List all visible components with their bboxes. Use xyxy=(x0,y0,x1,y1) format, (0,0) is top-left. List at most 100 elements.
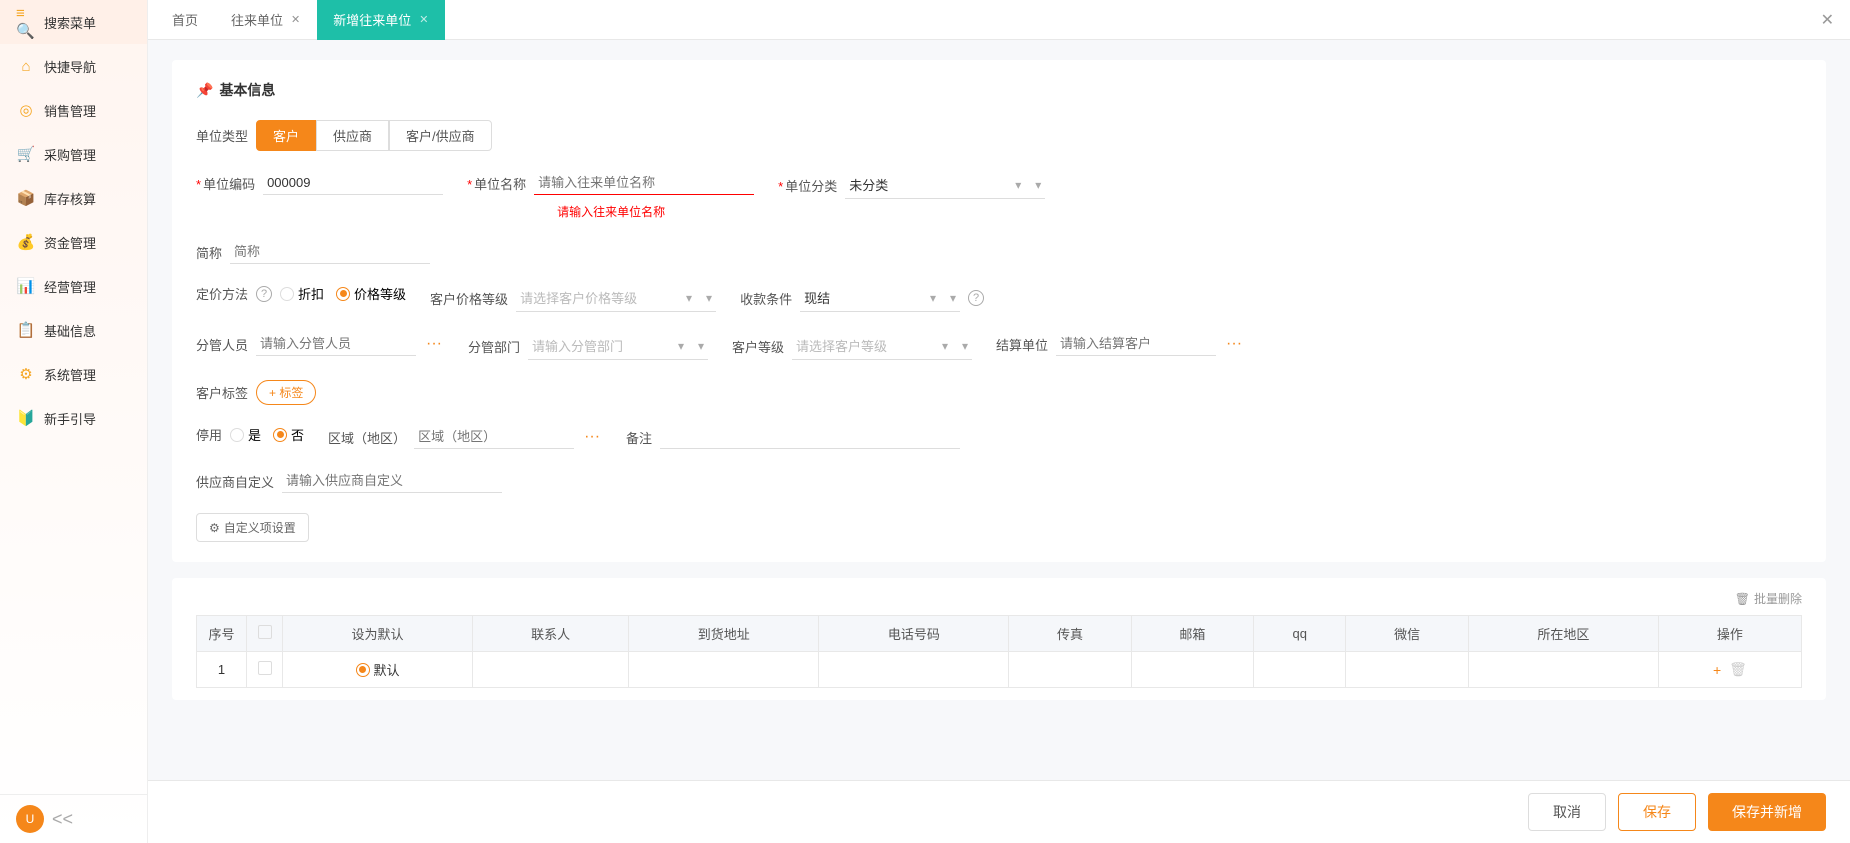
sidebar-item-purchase[interactable]: 🛒 采购管理 xyxy=(0,132,147,176)
unit-type-btn-both[interactable]: 客户/供应商 xyxy=(389,120,492,151)
row-checkbox[interactable] xyxy=(258,661,272,675)
col-checkbox[interactable] xyxy=(247,616,283,652)
pricing-help-icon[interactable]: ? xyxy=(256,286,272,302)
pricing-method-label: 定价方法 xyxy=(196,284,248,303)
add-tag-btn[interactable]: + 标签 xyxy=(256,380,316,405)
level-radio-circle xyxy=(336,287,350,301)
cancel-button[interactable]: 取消 xyxy=(1528,793,1606,831)
tab-partners[interactable]: 往来单位 ✕ xyxy=(215,0,317,40)
save-new-button[interactable]: 保存并新增 xyxy=(1708,793,1826,831)
cell-default[interactable]: 默认 xyxy=(283,652,473,688)
payment-terms-select[interactable]: 现结 ▾ xyxy=(800,284,960,312)
supplier-custom-input[interactable] xyxy=(282,469,502,493)
customer-level-select[interactable]: 请选择客户等级 ▾ xyxy=(792,332,972,360)
disabled-no-circle xyxy=(273,428,287,442)
unit-code-label: *单位编码 xyxy=(196,174,255,193)
col-address: 到货地址 xyxy=(629,616,819,652)
form-footer: 取消 保存 保存并新增 xyxy=(148,780,1850,843)
disabled-radio-group: 是 否 xyxy=(230,425,304,444)
sidebar-item-inventory[interactable]: 📦 库存核算 xyxy=(0,176,147,220)
unit-type-label: 单位类型 xyxy=(196,126,248,145)
cell-address xyxy=(629,652,819,688)
customer-price-level-select[interactable]: 请选择客户价格等级 ▾ xyxy=(516,284,716,312)
supplier-custom-row: 供应商自定义 xyxy=(196,469,1802,493)
unit-category-chevron: ▾ xyxy=(1015,178,1021,192)
main-area: 首页 往来单位 ✕ 新增往来单位 ✕ ✕ 📌 基本信息 单位类型 客户 xyxy=(148,0,1850,843)
select-all-checkbox[interactable] xyxy=(258,625,272,639)
department-select[interactable]: 请输入分管部门 ▾ xyxy=(528,332,708,360)
manager-label: 分管人员 xyxy=(196,335,248,354)
remark-field: 备注 xyxy=(626,425,960,449)
disabled-radio-no[interactable]: 否 xyxy=(273,425,304,444)
content-area: 📌 基本信息 单位类型 客户 供应商 客户/供应商 *单位编码 xyxy=(148,40,1850,780)
unit-type-btn-customer[interactable]: 客户 xyxy=(256,120,316,151)
short-name-row: 简称 xyxy=(196,240,1802,264)
tab-new-partner[interactable]: 新增往来单位 ✕ xyxy=(317,0,445,40)
settlement-input[interactable] xyxy=(1056,332,1216,356)
tab-bar: 首页 往来单位 ✕ 新增往来单位 ✕ ✕ xyxy=(148,0,1850,40)
pricing-radio-discount[interactable]: 折扣 xyxy=(280,284,324,303)
tab-home[interactable]: 首页 xyxy=(156,0,215,40)
cell-fax xyxy=(1009,652,1131,688)
unit-name-error: 请输入往来单位名称 xyxy=(557,205,665,219)
global-close-button[interactable]: ✕ xyxy=(1813,10,1842,30)
system-icon: ⚙ xyxy=(16,364,36,384)
unit-name-input[interactable] xyxy=(534,171,754,195)
col-contact: 联系人 xyxy=(473,616,629,652)
disabled-label: 停用 xyxy=(196,425,222,444)
sidebar-footer: U << xyxy=(0,794,147,843)
sidebar-item-sales[interactable]: ◎ 销售管理 xyxy=(0,88,147,132)
sidebar-item-operations[interactable]: 📊 经营管理 xyxy=(0,264,147,308)
cell-action: + 🗑 xyxy=(1658,652,1801,688)
manager-input[interactable] xyxy=(256,332,416,356)
disabled-radio-yes[interactable]: 是 xyxy=(230,425,261,444)
col-qq: qq xyxy=(1254,616,1346,652)
unit-code-field: *单位编码 xyxy=(196,171,443,195)
delete-row-btn[interactable]: 🗑 xyxy=(1729,661,1747,678)
region-field: 区域（地区） ··· xyxy=(328,425,602,449)
sidebar-item-search[interactable]: ≡🔍 搜索菜单 xyxy=(0,0,147,44)
supplier-custom-label: 供应商自定义 xyxy=(196,472,274,491)
customer-level-select-wrap: 请选择客户等级 ▾ xyxy=(792,332,972,360)
sidebar-item-finance[interactable]: 💰 资金管理 xyxy=(0,220,147,264)
unit-category-select[interactable]: 未分类 ▾ xyxy=(845,171,1045,199)
payment-terms-field: 收款条件 现结 ▾ ? xyxy=(740,284,984,312)
sidebar-item-guide[interactable]: 🔰 新手引导 xyxy=(0,396,147,440)
settlement-more-btn[interactable]: ··· xyxy=(1224,335,1244,353)
table-toolbar: 🗑 批量删除 xyxy=(196,590,1802,607)
tab-new-partner-close[interactable]: ✕ xyxy=(419,13,428,26)
payment-terms-help-icon[interactable]: ? xyxy=(968,290,984,306)
cell-phone xyxy=(819,652,1009,688)
contacts-table-section: 🗑 批量删除 序号 设为默认 联系人 到货地址 电话号码 传真 邮箱 qq xyxy=(172,578,1826,700)
discount-radio-circle xyxy=(280,287,294,301)
col-fax: 传真 xyxy=(1009,616,1131,652)
sidebar-item-quicknav[interactable]: ⌂ 快捷导航 xyxy=(0,44,147,88)
short-name-input[interactable] xyxy=(230,240,430,264)
region-input[interactable] xyxy=(414,425,574,449)
custom-settings-btn[interactable]: ⚙ 自定义项设置 xyxy=(196,513,309,542)
col-default: 设为默认 xyxy=(283,616,473,652)
region-more-btn[interactable]: ··· xyxy=(582,428,602,446)
tags-field: 客户标签 + 标签 xyxy=(196,380,316,405)
tab-partners-close[interactable]: ✕ xyxy=(291,13,300,26)
remark-input[interactable] xyxy=(660,425,960,449)
add-row-btn[interactable]: + xyxy=(1713,662,1721,678)
manager-more-btn[interactable]: ··· xyxy=(424,335,444,353)
remark-label: 备注 xyxy=(626,428,652,447)
pricing-radio-level[interactable]: 价格等级 xyxy=(336,284,406,303)
save-button[interactable]: 保存 xyxy=(1618,793,1696,831)
unit-type-btn-supplier[interactable]: 供应商 xyxy=(316,120,389,151)
col-email: 邮箱 xyxy=(1131,616,1253,652)
pricing-method-field: 定价方法 ? 折扣 价格等级 xyxy=(196,284,406,303)
unit-name-input-wrap xyxy=(534,171,754,195)
batch-delete-btn[interactable]: 🗑 批量删除 xyxy=(1735,590,1802,607)
table-header-row: 序号 设为默认 联系人 到货地址 电话号码 传真 邮箱 qq 微信 所在地区 操… xyxy=(197,616,1802,652)
sidebar-item-basic[interactable]: 📋 基础信息 xyxy=(0,308,147,352)
guide-icon: 🔰 xyxy=(16,408,36,428)
cell-no: 1 xyxy=(197,652,247,688)
sales-icon: ◎ xyxy=(16,100,36,120)
sidebar-item-system[interactable]: ⚙ 系统管理 xyxy=(0,352,147,396)
default-radio[interactable] xyxy=(356,663,370,677)
unit-code-input[interactable] xyxy=(263,171,443,195)
cell-checkbox[interactable] xyxy=(247,652,283,688)
